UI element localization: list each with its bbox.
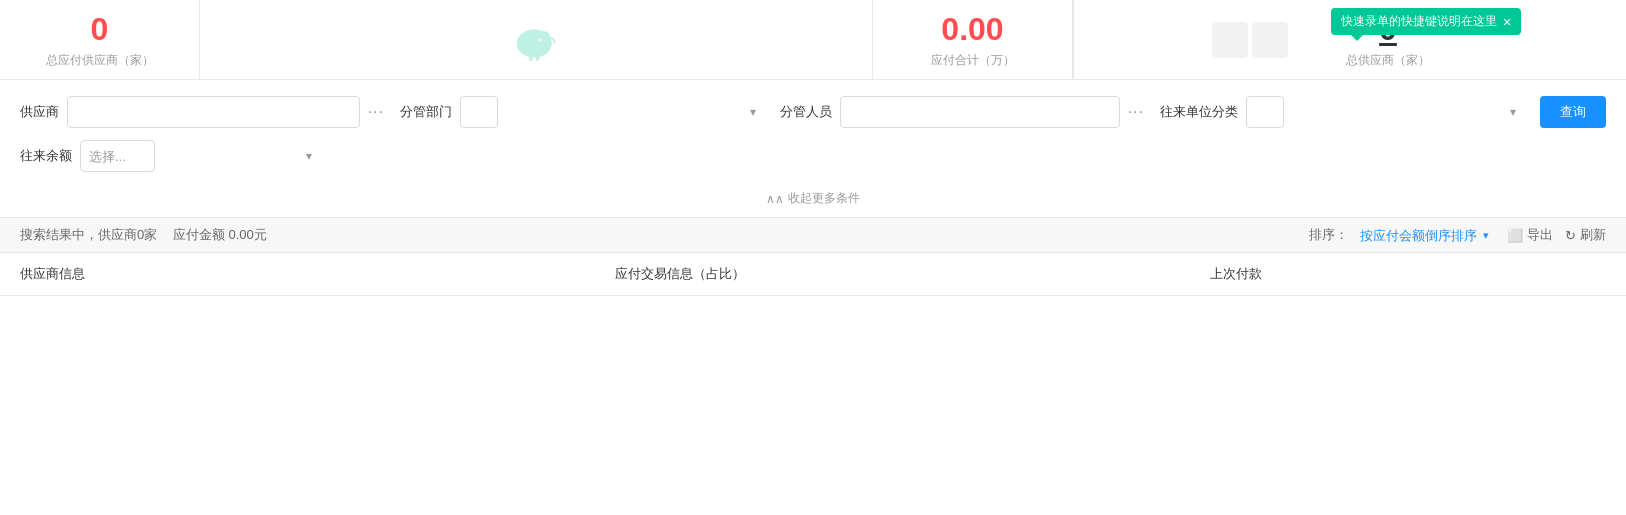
dept-select[interactable] — [460, 96, 498, 128]
filter-balance: 往来余额 选择... — [20, 140, 320, 172]
stat-label-all-suppliers: 总供应商（家） — [1346, 52, 1430, 69]
export-icon: ⬜ — [1507, 228, 1523, 243]
dept-select-wrapper — [460, 96, 764, 128]
filter-row-2: 往来余额 选择... — [20, 140, 1606, 172]
filter-person: 分管人员 ··· — [780, 96, 1144, 128]
filter-supplier: 供应商 ··· — [20, 96, 384, 128]
stat-label-payable-suppliers: 总应付供应商（家） — [46, 52, 154, 69]
refresh-label: 刷新 — [1580, 226, 1606, 244]
person-more-btn[interactable]: ··· — [1128, 103, 1144, 121]
svg-rect-4 — [536, 54, 540, 61]
result-amount: 应付金额 0.00元 — [173, 227, 267, 242]
stat-label-payable-total: 应付合计（万） — [931, 52, 1015, 69]
result-text: 搜索结果中，供应商0家 — [20, 227, 157, 242]
piggy-icon — [508, 12, 564, 68]
table-header: 供应商信息 应付交易信息（占比） 上次付款 — [0, 253, 1626, 296]
col-header-supplier: 供应商信息 — [20, 265, 615, 283]
tooltip-text: 快速录单的快捷键说明在这里 — [1341, 13, 1497, 30]
supplier-more-btn[interactable]: ··· — [368, 103, 384, 121]
stat-total-payable-suppliers: 0 总应付供应商（家） — [0, 0, 200, 79]
unit-class-select[interactable] — [1246, 96, 1284, 128]
collapse-label: 收起更多条件 — [788, 190, 860, 207]
filter-unit-class: 往来单位分类 — [1160, 96, 1524, 128]
svg-point-5 — [538, 38, 542, 42]
faded-rect-2 — [1252, 22, 1288, 58]
stat-number-payable-total: 0.00 — [941, 10, 1003, 48]
balance-select[interactable]: 选择... — [80, 140, 155, 172]
faded-background-boxes — [1212, 22, 1288, 58]
person-label: 分管人员 — [780, 103, 832, 121]
refresh-btn[interactable]: ↻ 刷新 — [1565, 226, 1606, 244]
collapse-icon: ∧∧ — [766, 192, 784, 206]
collapse-btn[interactable]: ∧∧ 收起更多条件 — [766, 190, 860, 207]
export-btn[interactable]: ⬜ 导出 — [1507, 226, 1553, 244]
supplier-label: 供应商 — [20, 103, 59, 121]
empty-content-area — [0, 296, 1626, 515]
filter-area: 供应商 ··· 分管部门 分管人员 ··· 往来单位分类 — [0, 80, 1626, 218]
quick-shortcut-tooltip: 快速录单的快捷键说明在这里 × — [1331, 8, 1521, 35]
result-bar: 搜索结果中，供应商0家 应付金额 0.00元 排序： 按应付会额倒序排序 ⬜ 导… — [0, 218, 1626, 253]
dept-label: 分管部门 — [400, 103, 452, 121]
balance-select-wrapper: 选择... — [80, 140, 320, 172]
result-actions: 排序： 按应付会额倒序排序 ⬜ 导出 ↻ 刷新 — [1309, 226, 1606, 244]
export-label: 导出 — [1527, 226, 1553, 244]
collapse-bar: ∧∧ 收起更多条件 — [20, 184, 1606, 217]
svg-rect-3 — [529, 54, 533, 61]
stat-number-payable-suppliers: 0 — [91, 10, 109, 48]
stat-payable-total: 0.00 应付合计（万） — [873, 0, 1073, 79]
stats-bar: 0 总应付供应商（家） 0.00 应付合计（万） 快速录单的快捷键说明在这里 × — [0, 0, 1626, 80]
faded-rect-1 — [1212, 22, 1248, 58]
refresh-icon: ↻ — [1565, 228, 1576, 243]
filter-row-1: 供应商 ··· 分管部门 分管人员 ··· 往来单位分类 — [20, 96, 1606, 128]
filter-dept: 分管部门 — [400, 96, 764, 128]
unit-class-label: 往来单位分类 — [1160, 103, 1238, 121]
col-header-lastpay: 上次付款 — [1210, 265, 1607, 283]
stat-icon-area — [200, 0, 873, 79]
unit-class-select-wrapper — [1246, 96, 1524, 128]
col-header-transaction: 应付交易信息（占比） — [615, 265, 1210, 283]
sort-select-wrapper: 按应付会额倒序排序 — [1360, 228, 1495, 243]
supplier-input[interactable] — [67, 96, 360, 128]
sort-select[interactable]: 按应付会额倒序排序 — [1360, 228, 1495, 243]
search-button[interactable]: 查询 — [1540, 96, 1606, 128]
tooltip-close-btn[interactable]: × — [1503, 15, 1511, 29]
svg-point-2 — [519, 36, 528, 43]
top-right-container: 快速录单的快捷键说明在这里 × 0 总供应商（家） — [1073, 0, 1626, 79]
sort-label: 排序： — [1309, 226, 1348, 244]
person-input[interactable] — [840, 96, 1120, 128]
result-summary: 搜索结果中，供应商0家 应付金额 0.00元 — [20, 226, 267, 244]
balance-label: 往来余额 — [20, 147, 72, 165]
